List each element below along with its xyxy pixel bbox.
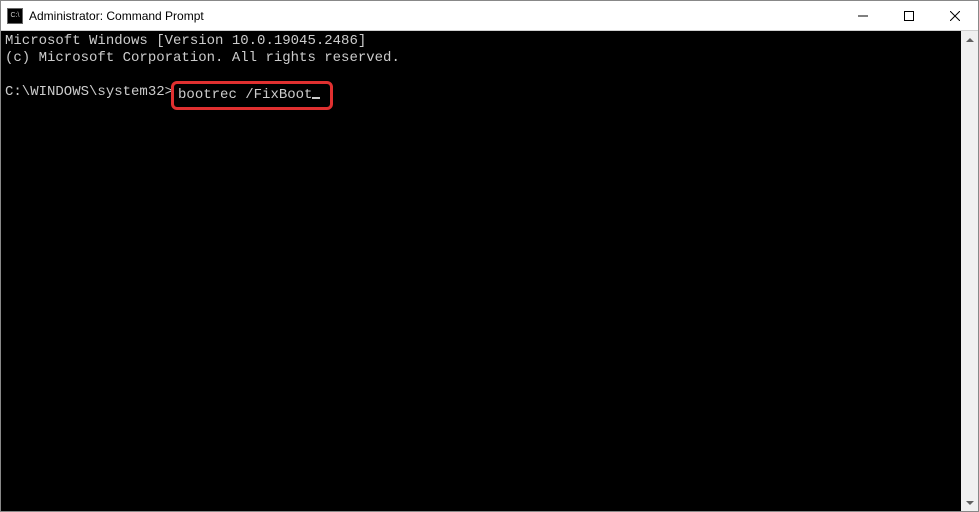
minimize-icon [858,11,868,21]
minimize-button[interactable] [840,1,886,30]
app-icon: C:\ [7,8,23,24]
maximize-icon [904,11,914,21]
text-cursor [312,97,320,99]
vertical-scrollbar[interactable] [961,31,978,511]
window-title: Administrator: Command Prompt [29,9,840,23]
close-button[interactable] [932,1,978,30]
titlebar[interactable]: C:\ Administrator: Command Prompt [1,1,978,31]
scroll-track[interactable] [961,48,978,494]
copyright-line: (c) Microsoft Corporation. All rights re… [5,50,957,67]
terminal-area[interactable]: Microsoft Windows [Version 10.0.19045.24… [1,31,978,511]
command-text: bootrec /FixBoot [178,87,312,103]
version-line: Microsoft Windows [Version 10.0.19045.24… [5,33,957,50]
chevron-down-icon [966,501,974,505]
chevron-up-icon [966,38,974,42]
maximize-button[interactable] [886,1,932,30]
close-icon [950,11,960,21]
terminal-content[interactable]: Microsoft Windows [Version 10.0.19045.24… [1,31,961,511]
window-controls [840,1,978,30]
scroll-down-arrow[interactable] [961,494,978,511]
command-prompt-window: C:\ Administrator: Command Prompt Micros… [0,0,979,512]
scroll-up-arrow[interactable] [961,31,978,48]
prompt-text: C:\WINDOWS\system32> [5,84,173,100]
command-highlight: bootrec /FixBoot [171,81,333,110]
prompt-line: C:\WINDOWS\system32> bootrec /FixBoot [5,84,957,110]
